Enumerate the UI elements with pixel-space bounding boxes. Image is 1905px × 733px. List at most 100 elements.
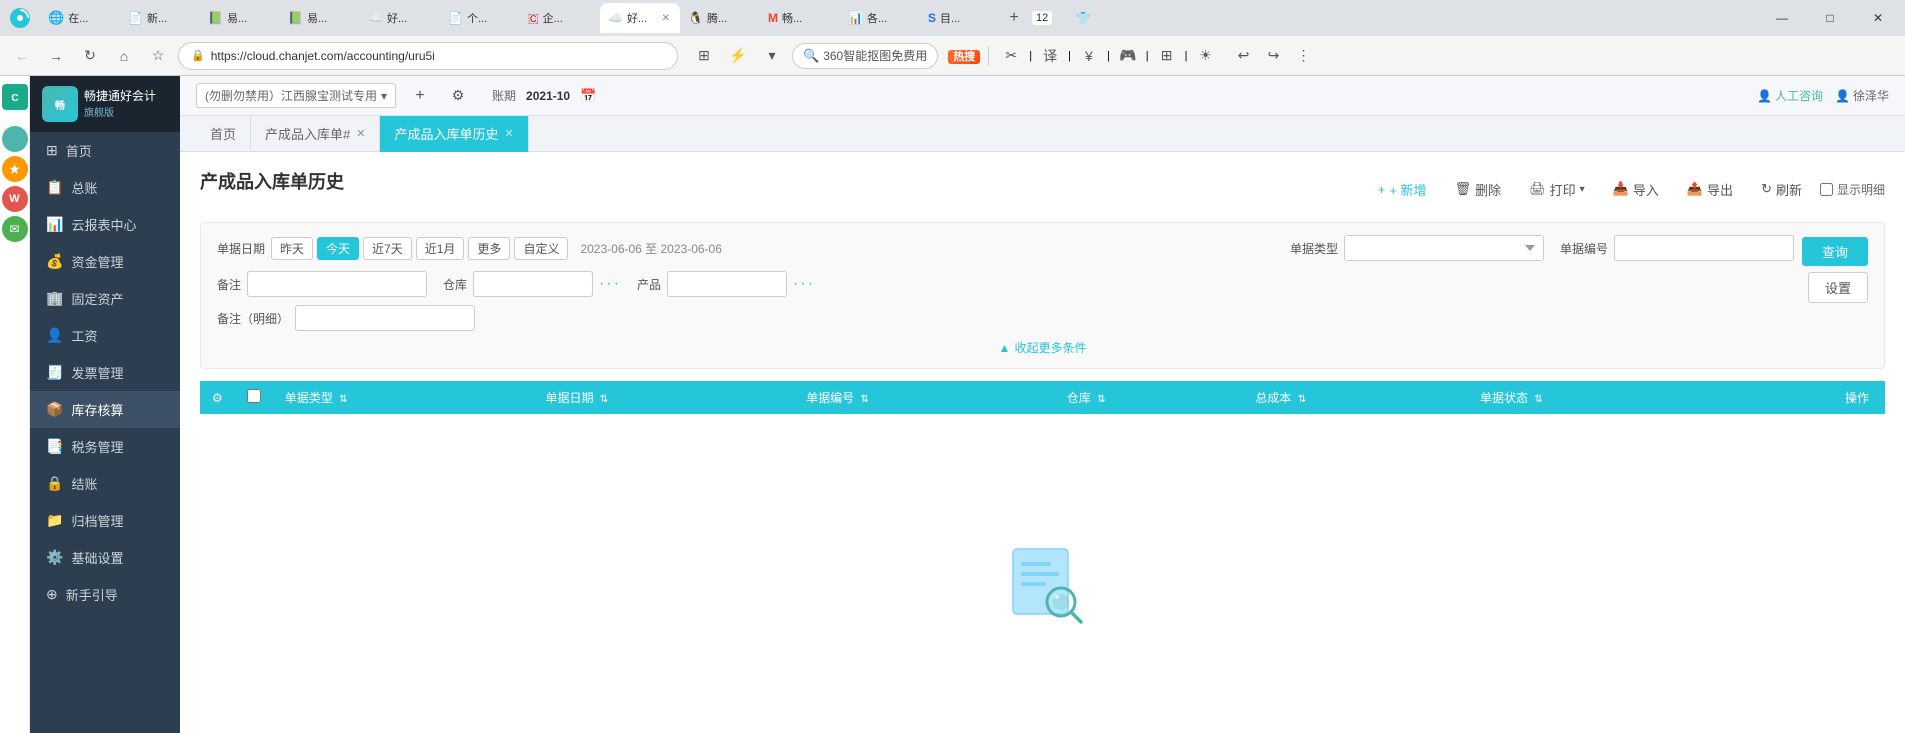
calendar-icon[interactable]: 📅 <box>580 88 596 104</box>
browser-tab-3[interactable]: 📗 易... <box>200 3 280 33</box>
minimize-button[interactable]: — <box>1759 0 1805 36</box>
bookmark-button[interactable]: ☆ <box>144 42 172 70</box>
collapse-button[interactable]: ▲ 收起更多条件 <box>999 339 1087 356</box>
back-button[interactable]: ← <box>8 42 36 70</box>
browser-tab-6[interactable]: 📄 个... <box>440 3 520 33</box>
sidebar-item-salary[interactable]: 👤 工资 <box>30 317 180 354</box>
sidebar-item-settings[interactable]: ⚙️ 基础设置 <box>30 539 180 576</box>
sidebar-item-home[interactable]: ⊞ 首页 <box>30 132 180 169</box>
browser-tab-7[interactable]: 🇨 企... <box>520 3 600 33</box>
page-tab-home[interactable]: 首页 <box>196 116 251 152</box>
icon-side-star[interactable]: ★ <box>2 156 28 182</box>
sidebar-item-more[interactable]: ⊕ 新手引导 <box>30 576 180 613</box>
page-tab-history[interactable]: 产成品入库单历史 ✕ <box>380 116 528 152</box>
dropdown-icon[interactable]: ▾ <box>758 42 786 70</box>
tab-close-8[interactable]: ✕ <box>660 12 672 25</box>
address-input[interactable]: 🔒 https://cloud.chanjet.com/accounting/u… <box>178 42 678 70</box>
date-btn-custom[interactable]: 自定义 <box>514 237 568 260</box>
lightning-icon[interactable]: ⚡ <box>724 42 752 70</box>
sidebar-item-funds[interactable]: 💰 资金管理 <box>30 243 180 280</box>
company-selector[interactable]: (勿删勿禁用）江西腺宝测试专用 ▾ <box>196 83 396 108</box>
select-all-checkbox[interactable] <box>247 389 261 403</box>
print-button[interactable]: 🖨 打印 ▾ <box>1519 176 1595 203</box>
sidebar-item-invoice[interactable]: 🧾 发票管理 <box>30 354 180 391</box>
query-button[interactable]: 查询 <box>1802 237 1868 266</box>
icon-side-chanjet[interactable]: C <box>2 84 28 110</box>
date-btn-today[interactable]: 今天 <box>317 237 359 260</box>
scissors-icon[interactable]: ✂ <box>997 42 1025 70</box>
tab-history-close[interactable]: ✕ <box>504 127 513 140</box>
yuan-icon[interactable]: ¥ <box>1075 42 1103 70</box>
home-button[interactable]: ⌂ <box>110 42 138 70</box>
show-detail-checkbox[interactable] <box>1820 183 1833 196</box>
col-type[interactable]: 单据类型 ⇅ <box>273 381 534 414</box>
date-btn-month[interactable]: 近1月 <box>416 237 465 260</box>
product-dots[interactable]: ··· <box>793 275 815 293</box>
maximize-button[interactable]: □ <box>1807 0 1853 36</box>
browser-tab-9[interactable]: 🐧 腾... <box>680 3 760 33</box>
sidebar-item-inventory[interactable]: 📦 库存核算 <box>30 391 180 428</box>
browser-tab-11[interactable]: 📊 各... <box>840 3 920 33</box>
game-icon[interactable]: 🎮 <box>1114 42 1142 70</box>
apps-icon[interactable]: ⊞ <box>1153 42 1181 70</box>
warehouse-input[interactable] <box>473 271 593 297</box>
col-status[interactable]: 单据状态 ⇅ <box>1468 381 1729 414</box>
icon-side-blue[interactable] <box>2 126 28 152</box>
col-cost[interactable]: 总成本 ⇅ <box>1243 381 1468 414</box>
refresh-button[interactable]: ↻ <box>76 42 104 70</box>
search-box[interactable]: 🔍 360智能抠图免费用 <box>792 43 938 69</box>
sidebar-item-reports[interactable]: 📊 云报表中心 <box>30 206 180 243</box>
voucher-type-select[interactable] <box>1344 235 1544 261</box>
tab-voucher-close[interactable]: ✕ <box>356 127 365 140</box>
notes-input[interactable] <box>247 271 427 297</box>
icon-side-weibo[interactable]: W <box>2 186 28 212</box>
translate-icon[interactable]: 译 <box>1036 42 1064 70</box>
sidebar-item-archive[interactable]: 📁 归档管理 <box>30 502 180 539</box>
notes-detail-input[interactable] <box>295 305 475 331</box>
date-btn-more[interactable]: 更多 <box>468 237 510 260</box>
undo-icon[interactable]: ↩ <box>1230 42 1258 70</box>
date-btn-yesterday[interactable]: 昨天 <box>271 237 313 260</box>
theme-icon[interactable]: ☀ <box>1192 42 1220 70</box>
user-service[interactable]: 👤 人工咨询 <box>1757 87 1823 104</box>
icon-side-mail[interactable]: ✉ <box>2 216 28 242</box>
browser-tab-2[interactable]: 📄 新... <box>120 3 200 33</box>
col-warehouse[interactable]: 仓库 ⇅ <box>1055 381 1244 414</box>
product-input[interactable] <box>667 271 787 297</box>
col-check[interactable] <box>235 381 273 414</box>
show-detail-label[interactable]: 显示明细 <box>1820 181 1885 198</box>
tab-count[interactable]: 12 <box>1032 11 1052 25</box>
set-button[interactable]: 设置 <box>1808 272 1868 303</box>
delete-button[interactable]: 🗑 删除 <box>1445 176 1512 203</box>
new-tab-button[interactable]: + <box>1000 4 1028 32</box>
browser-tab-8[interactable]: ☁️ 好... ✕ <box>600 3 680 33</box>
export-button[interactable]: 📤 导出 <box>1677 176 1743 203</box>
company-settings-icon[interactable]: ⚙ <box>444 82 472 110</box>
forward-button[interactable]: → <box>42 42 70 70</box>
voucher-no-input[interactable] <box>1614 235 1794 261</box>
add-company-button[interactable]: + <box>406 82 434 110</box>
import-button[interactable]: 📥 导入 <box>1603 176 1669 203</box>
sidebar-header[interactable]: 畅 畅捷通好会计 旗舰版 <box>30 76 180 132</box>
browser-tab-4[interactable]: 📗 易... <box>280 3 360 33</box>
browser-tab-12[interactable]: S 目... <box>920 3 1000 33</box>
close-button[interactable]: ✕ <box>1855 0 1901 36</box>
warehouse-dots[interactable]: ··· <box>599 275 621 293</box>
user-name[interactable]: 👤 徐泽华 <box>1835 87 1889 104</box>
col-date[interactable]: 单据日期 ⇅ <box>533 381 794 414</box>
grid-icon[interactable]: ⊞ <box>690 42 718 70</box>
refresh-button[interactable]: ↻ 刷新 <box>1751 176 1812 203</box>
browser-tab-10[interactable]: M 畅... <box>760 3 840 33</box>
new-button[interactable]: + + 新增 <box>1368 176 1437 203</box>
browser-tab-5[interactable]: ☁️ 好... <box>360 3 440 33</box>
date-btn-week[interactable]: 近7天 <box>363 237 412 260</box>
browser-tab-1[interactable]: 🌐 在... <box>40 3 120 33</box>
sidebar-item-tax[interactable]: 📑 税务管理 <box>30 428 180 465</box>
redo-icon[interactable]: ↪ <box>1260 42 1288 70</box>
col-no[interactable]: 单据编号 ⇅ <box>794 381 1055 414</box>
page-tab-voucher-list[interactable]: 产成品入库单# ✕ <box>251 116 380 152</box>
sidebar-item-fixed[interactable]: 🏢 固定资产 <box>30 280 180 317</box>
sidebar-item-checkout[interactable]: 🔒 结账 <box>30 465 180 502</box>
sidebar-item-ledger[interactable]: 📋 总账 <box>30 169 180 206</box>
more-icon[interactable]: ⋮ <box>1290 42 1318 70</box>
